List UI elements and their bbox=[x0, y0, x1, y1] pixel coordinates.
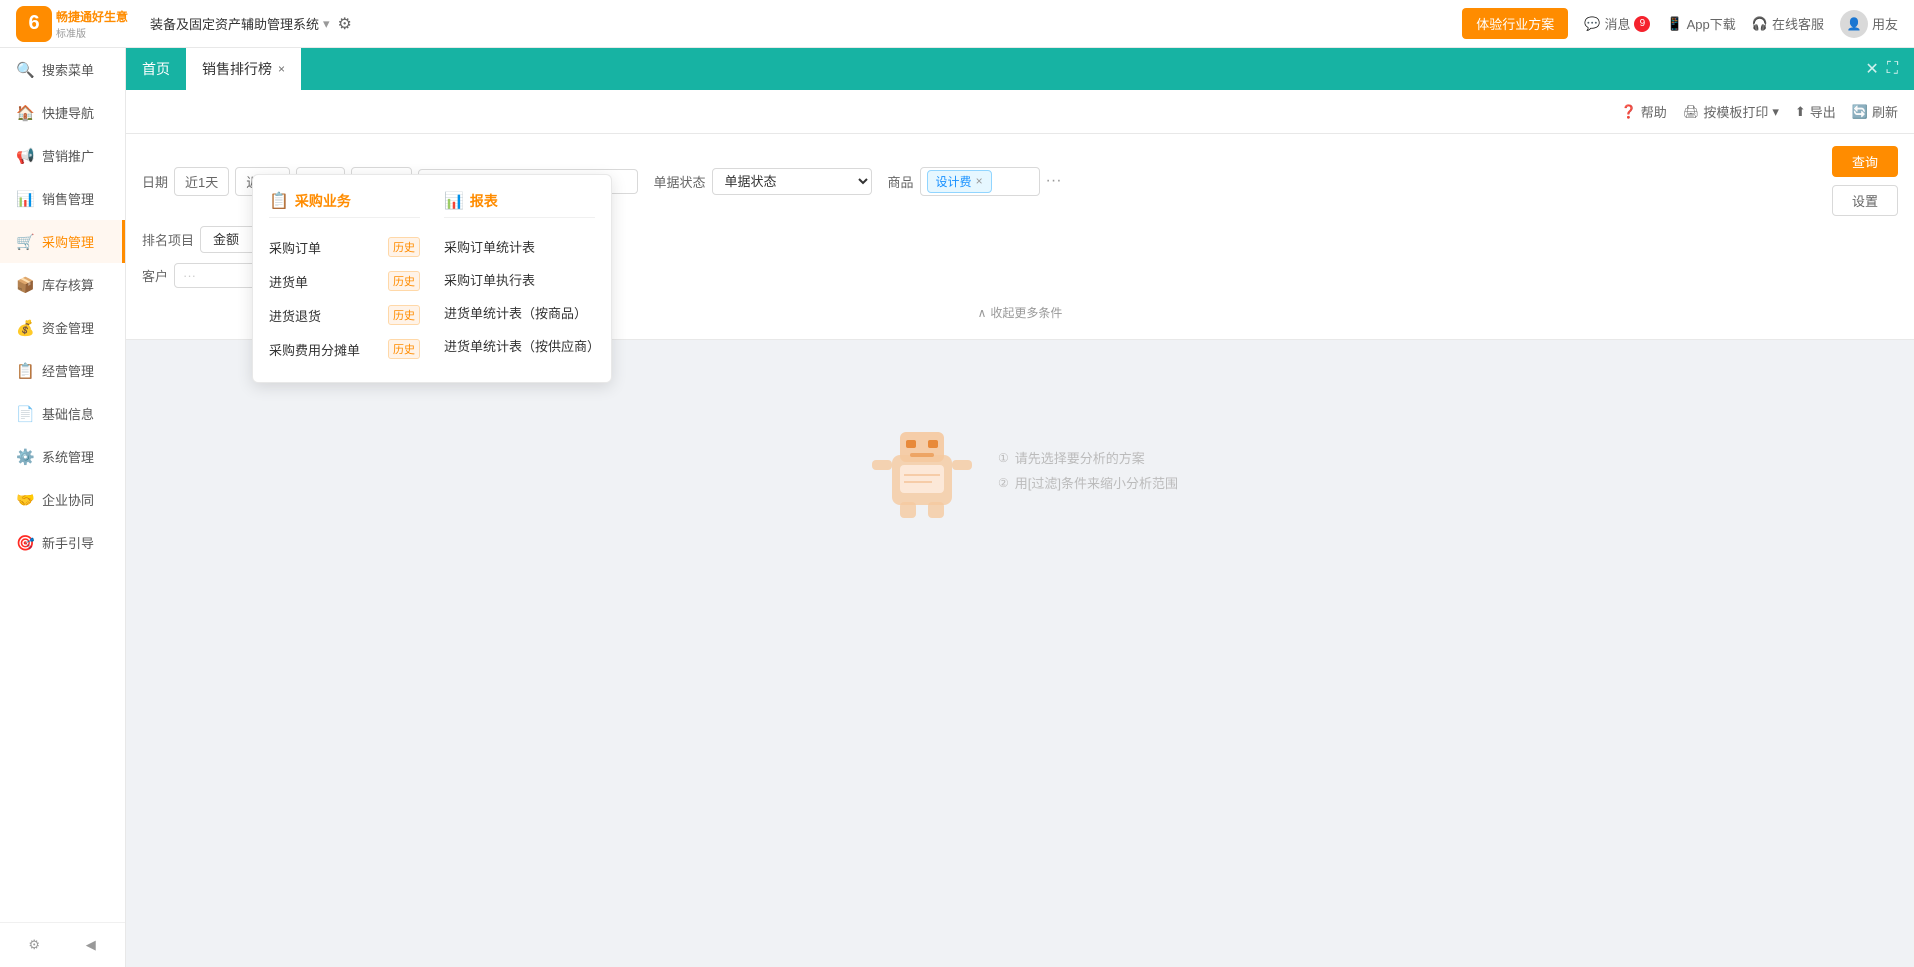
sidebar-collapse-btn[interactable]: ◀ bbox=[65, 931, 118, 959]
main-content: ❓ 帮助 🖨 按模板打印 ▾ ⬆ 导出 🔄 bbox=[126, 90, 1914, 967]
online-service-btn[interactable]: 🎧 在线客服 bbox=[1752, 14, 1824, 33]
sidebar-item-purchase[interactable]: 🛒 采购管理 bbox=[0, 220, 125, 263]
headset-icon: 🎧 bbox=[1752, 16, 1768, 32]
sidebar-item-sales[interactable]: 📊 销售管理 bbox=[0, 177, 125, 220]
date-btn-1day[interactable]: 近1天 bbox=[174, 167, 229, 196]
tab-sales-ranking[interactable]: 销售排行榜 × bbox=[186, 48, 301, 90]
top-bar: 6 畅捷通好生意 标准版 装备及固定资产辅助管理系统 ▾ ⚙ 体验行业方案 💬 … bbox=[0, 0, 1914, 48]
top-bar-left: 6 畅捷通好生意 标准版 装备及固定资产辅助管理系统 ▾ ⚙ bbox=[16, 6, 1462, 42]
content-actions: ❓ 帮助 🖨 按模板打印 ▾ ⬆ 导出 🔄 bbox=[1621, 102, 1898, 121]
empty-tips: ① 请先选择要分析的方案 ② 用[过滤]条件来缩小分析范围 bbox=[998, 448, 1178, 492]
print-dropdown-icon: ▾ bbox=[1772, 104, 1779, 120]
logo-icon: 6 bbox=[16, 6, 52, 42]
message-icon: 💬 bbox=[1584, 16, 1600, 32]
dropdown-col-purchase-header: 📋 采购业务 bbox=[269, 191, 420, 218]
system-title: 装备及固定资产辅助管理系统 bbox=[150, 14, 319, 33]
setting-btn[interactable]: 设置 bbox=[1832, 185, 1898, 216]
sidebar-item-operations[interactable]: 📋 经营管理 bbox=[0, 349, 125, 392]
purchase-icon: 🛒 bbox=[16, 233, 34, 251]
main-layout: 🔍 搜索菜单 🏠 快捷导航 📢 营销推广 📊 销售管理 🛒 采购管理 📦 bbox=[0, 48, 1914, 967]
print-icon: 🖨 bbox=[1683, 104, 1700, 120]
purchase-dropdown-menu: 📋 采购业务 采购订单 历史 进货单 历史 bbox=[252, 174, 612, 383]
tab-home[interactable]: 首页 bbox=[126, 48, 186, 90]
doc-status-select[interactable]: 单据状态 bbox=[712, 168, 872, 195]
logo-text: 畅捷通好生意 标准版 bbox=[56, 8, 128, 40]
operations-icon: 📋 bbox=[16, 362, 34, 380]
search-icon: 🔍 bbox=[16, 61, 34, 79]
message-badge: 9 bbox=[1634, 16, 1650, 32]
tab-fullscreen-btn[interactable]: ⛶ bbox=[1887, 60, 1898, 78]
refresh-icon: 🔄 bbox=[1852, 104, 1868, 120]
logo-area: 6 畅捷通好生意 标准版 bbox=[16, 6, 142, 42]
finance-icon: 💰 bbox=[16, 319, 34, 337]
user-menu-btn[interactable]: 👤 用友 bbox=[1840, 10, 1898, 38]
dropdown-item-purchase-expense[interactable]: 采购费用分摊单 历史 bbox=[269, 332, 420, 366]
tab-close-icon[interactable]: × bbox=[278, 62, 285, 76]
sidebar-item-search[interactable]: 🔍 搜索菜单 bbox=[0, 48, 125, 91]
print-btn[interactable]: 🖨 按模板打印 ▾ bbox=[1683, 102, 1779, 121]
reports-col-icon: 📊 bbox=[444, 191, 464, 211]
dropdown-cols: 📋 采购业务 采购订单 历史 进货单 历史 bbox=[269, 191, 595, 366]
app-wrapper: 6 畅捷通好生意 标准版 装备及固定资产辅助管理系统 ▾ ⚙ 体验行业方案 💬 … bbox=[0, 0, 1914, 967]
content-header: ❓ 帮助 🖨 按模板打印 ▾ ⬆ 导出 🔄 bbox=[126, 90, 1914, 134]
dropdown-item-receipt-stat-goods[interactable]: 进货单统计表（按商品） bbox=[444, 296, 595, 329]
home-icon: 🏠 bbox=[16, 104, 34, 122]
refresh-btn[interactable]: 🔄 刷新 bbox=[1852, 102, 1898, 121]
system-title-dropdown-icon[interactable]: ▾ bbox=[323, 16, 330, 32]
help-icon: ❓ bbox=[1621, 104, 1637, 120]
sidebar-item-basic-info[interactable]: 📄 基础信息 bbox=[0, 392, 125, 435]
empty-illustration bbox=[862, 420, 982, 520]
info-icon: 📄 bbox=[16, 405, 34, 423]
sidebar-item-finance[interactable]: 💰 资金管理 bbox=[0, 306, 125, 349]
dropdown-item-purchase-order[interactable]: 采购订单 历史 bbox=[269, 230, 420, 264]
export-btn[interactable]: ⬆ 导出 bbox=[1795, 102, 1836, 121]
collab-icon: 🤝 bbox=[16, 491, 34, 509]
system-icon: ⚙️ bbox=[16, 448, 34, 466]
content-area: 首页 销售排行榜 × ✕ ⛶ ❓ bbox=[126, 48, 1914, 967]
message-btn[interactable]: 💬 消息 9 bbox=[1584, 14, 1650, 33]
help-btn[interactable]: ❓ 帮助 bbox=[1621, 102, 1667, 121]
sales-icon: 📊 bbox=[16, 190, 34, 208]
query-setting-col: 查询 设置 bbox=[1832, 146, 1898, 216]
gear-icon[interactable]: ⚙ bbox=[338, 14, 352, 34]
tab-right-actions: ✕ ⛶ bbox=[1865, 59, 1914, 79]
dropdown-col-reports: 📊 报表 采购订单统计表 采购订单执行表 进货单统计表（按商品） 进货单统计表（… bbox=[444, 191, 595, 366]
tab-bar: 首页 销售排行榜 × ✕ ⛶ bbox=[126, 48, 1914, 90]
sidebar-item-system[interactable]: ⚙️ 系统管理 bbox=[0, 435, 125, 478]
dropdown-item-receipt-stat-supplier[interactable]: 进货单统计表（按供应商） bbox=[444, 329, 595, 362]
query-btn[interactable]: 查询 bbox=[1832, 146, 1898, 177]
sidebar-settings-btn[interactable]: ⚙ bbox=[8, 931, 61, 959]
sidebar-item-guide[interactable]: 🎯 新手引导 bbox=[0, 521, 125, 564]
goods-tag: 设计费 × bbox=[927, 170, 992, 193]
tab-close-window-btn[interactable]: ✕ bbox=[1865, 59, 1878, 79]
inventory-icon: 📦 bbox=[16, 276, 34, 294]
app-download-btn[interactable]: 📱 App下载 bbox=[1666, 14, 1735, 33]
industry-btn[interactable]: 体验行业方案 bbox=[1462, 8, 1568, 39]
user-avatar-initials: 👤 bbox=[1847, 17, 1862, 31]
sidebar-bottom: ⚙ ◀ bbox=[0, 922, 125, 967]
guide-icon: 🎯 bbox=[16, 534, 34, 552]
dropdown-item-goods-receipt[interactable]: 进货单 历史 bbox=[269, 264, 420, 298]
collapse-up-icon: ∧ bbox=[978, 306, 987, 320]
goods-dots[interactable]: ··· bbox=[1046, 172, 1062, 190]
sidebar-item-inventory[interactable]: 📦 库存核算 bbox=[0, 263, 125, 306]
phone-icon: 📱 bbox=[1666, 16, 1682, 32]
dropdown-col-reports-header: 📊 报表 bbox=[444, 191, 595, 218]
sidebar-item-collaboration[interactable]: 🤝 企业协同 bbox=[0, 478, 125, 521]
top-bar-right: 体验行业方案 💬 消息 9 📱 App下载 🎧 在线客服 👤 用友 bbox=[1462, 8, 1898, 39]
sidebar-item-navigation[interactable]: 🏠 快捷导航 bbox=[0, 91, 125, 134]
dropdown-item-goods-return[interactable]: 进货退货 历史 bbox=[269, 298, 420, 332]
purchase-col-icon: 📋 bbox=[269, 191, 289, 211]
sidebar: 🔍 搜索菜单 🏠 快捷导航 📢 营销推广 📊 销售管理 🛒 采购管理 📦 bbox=[0, 48, 126, 967]
marketing-icon: 📢 bbox=[16, 147, 34, 165]
doc-status-filter: 单据状态 单据状态 bbox=[654, 168, 872, 195]
dropdown-col-purchase: 📋 采购业务 采购订单 历史 进货单 历史 bbox=[269, 191, 420, 366]
sidebar-item-marketing[interactable]: 📢 营销推广 bbox=[0, 134, 125, 177]
goods-tag-close[interactable]: × bbox=[976, 174, 983, 188]
dropdown-item-purchase-order-exec[interactable]: 采购订单执行表 bbox=[444, 263, 595, 296]
export-icon: ⬆ bbox=[1795, 104, 1806, 120]
avatar: 👤 bbox=[1840, 10, 1868, 38]
dropdown-item-purchase-order-stat[interactable]: 采购订单统计表 bbox=[444, 230, 595, 263]
goods-filter: 商品 设计费 × ··· bbox=[888, 167, 1062, 196]
